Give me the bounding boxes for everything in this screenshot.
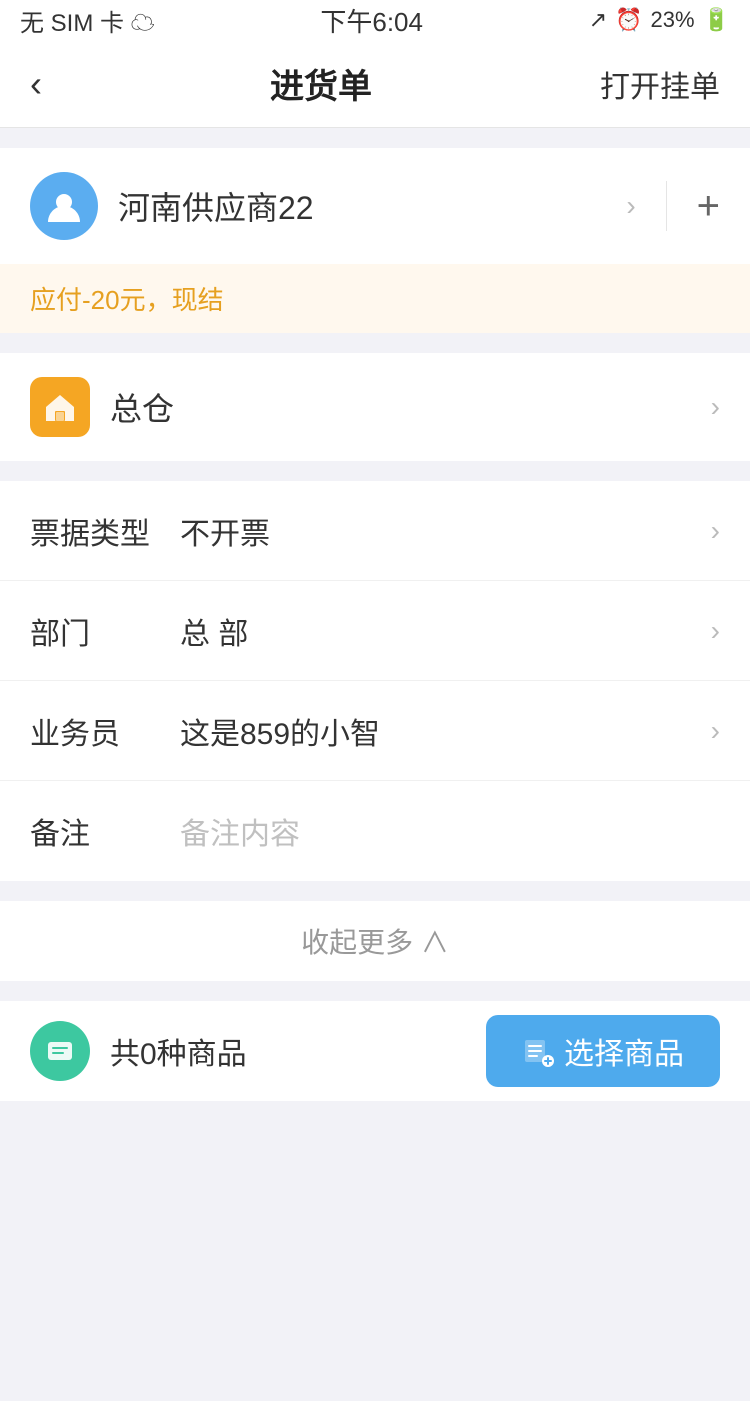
department-chevron-icon: ›	[711, 615, 720, 647]
status-bar: 无 SIM 卡 ☁ 下午6:04 ↗ ⏰ 23% 🔋	[0, 0, 750, 40]
department-row[interactable]: 部门 总 部 ›	[0, 581, 750, 681]
invoice-type-value: 不开票	[180, 509, 711, 553]
supplier-divider	[666, 181, 667, 231]
warehouse-icon	[30, 377, 90, 437]
remark-value[interactable]: 备注内容	[180, 809, 720, 853]
salesperson-row[interactable]: 业务员 这是859的小智 ›	[0, 681, 750, 781]
select-product-label: 选择商品	[564, 1029, 684, 1073]
sim-status: 无 SIM 卡 ☁	[20, 3, 155, 38]
notice-banner: 应付-20元，现结	[0, 264, 750, 333]
supplier-name: 河南供应商22	[118, 183, 626, 229]
invoice-type-chevron-icon: ›	[711, 515, 720, 547]
supplier-avatar	[30, 172, 98, 240]
warehouse-section: 总仓 ›	[0, 353, 750, 461]
warehouse-chevron-icon: ›	[711, 391, 720, 423]
back-button[interactable]: ‹	[30, 63, 42, 105]
battery-icon: 🔋	[703, 7, 730, 33]
salesperson-chevron-icon: ›	[711, 715, 720, 747]
collapse-row[interactable]: 收起更多 ∧	[0, 901, 750, 981]
page-rest	[0, 1101, 750, 1401]
form-section: 票据类型 不开票 › 部门 总 部 › 业务员 这是859的小智 › 备注 备注…	[0, 481, 750, 881]
invoice-type-label: 票据类型	[30, 509, 170, 553]
nav-bar: ‹ 进货单 打开挂单	[0, 40, 750, 128]
department-label: 部门	[30, 609, 170, 653]
supplier-row[interactable]: 河南供应商22 › +	[0, 148, 750, 264]
department-value: 总 部	[180, 609, 711, 653]
product-count: 共0种商品	[110, 1029, 486, 1073]
remark-row[interactable]: 备注 备注内容	[0, 781, 750, 881]
footer-bar: 共0种商品 选择商品	[0, 1001, 750, 1101]
supplier-chevron-icon: ›	[626, 190, 635, 222]
warehouse-row[interactable]: 总仓 ›	[0, 353, 750, 461]
gap-1	[0, 128, 750, 148]
status-left: 无 SIM 卡 ☁	[20, 3, 155, 38]
select-product-button[interactable]: 选择商品	[486, 1015, 720, 1087]
salesperson-label: 业务员	[30, 709, 170, 753]
salesperson-value: 这是859的小智	[180, 709, 711, 753]
add-supplier-button[interactable]: +	[697, 184, 720, 229]
location-icon: ↗	[589, 7, 607, 33]
invoice-type-row[interactable]: 票据类型 不开票 ›	[0, 481, 750, 581]
status-right: ↗ ⏰ 23% 🔋	[589, 7, 730, 33]
warehouse-name: 总仓	[110, 384, 711, 430]
page-title: 进货单	[270, 59, 372, 108]
status-time: 下午6:04	[320, 2, 423, 39]
open-pending-button[interactable]: 打开挂单	[600, 62, 720, 106]
battery-level: 23%	[651, 7, 695, 33]
collapse-label: 收起更多 ∧	[301, 921, 449, 961]
cart-icon	[30, 1021, 90, 1081]
supplier-section: 河南供应商22 › + 应付-20元，现结	[0, 148, 750, 333]
remark-label: 备注	[30, 809, 170, 853]
alarm-icon: ⏰	[615, 7, 642, 33]
